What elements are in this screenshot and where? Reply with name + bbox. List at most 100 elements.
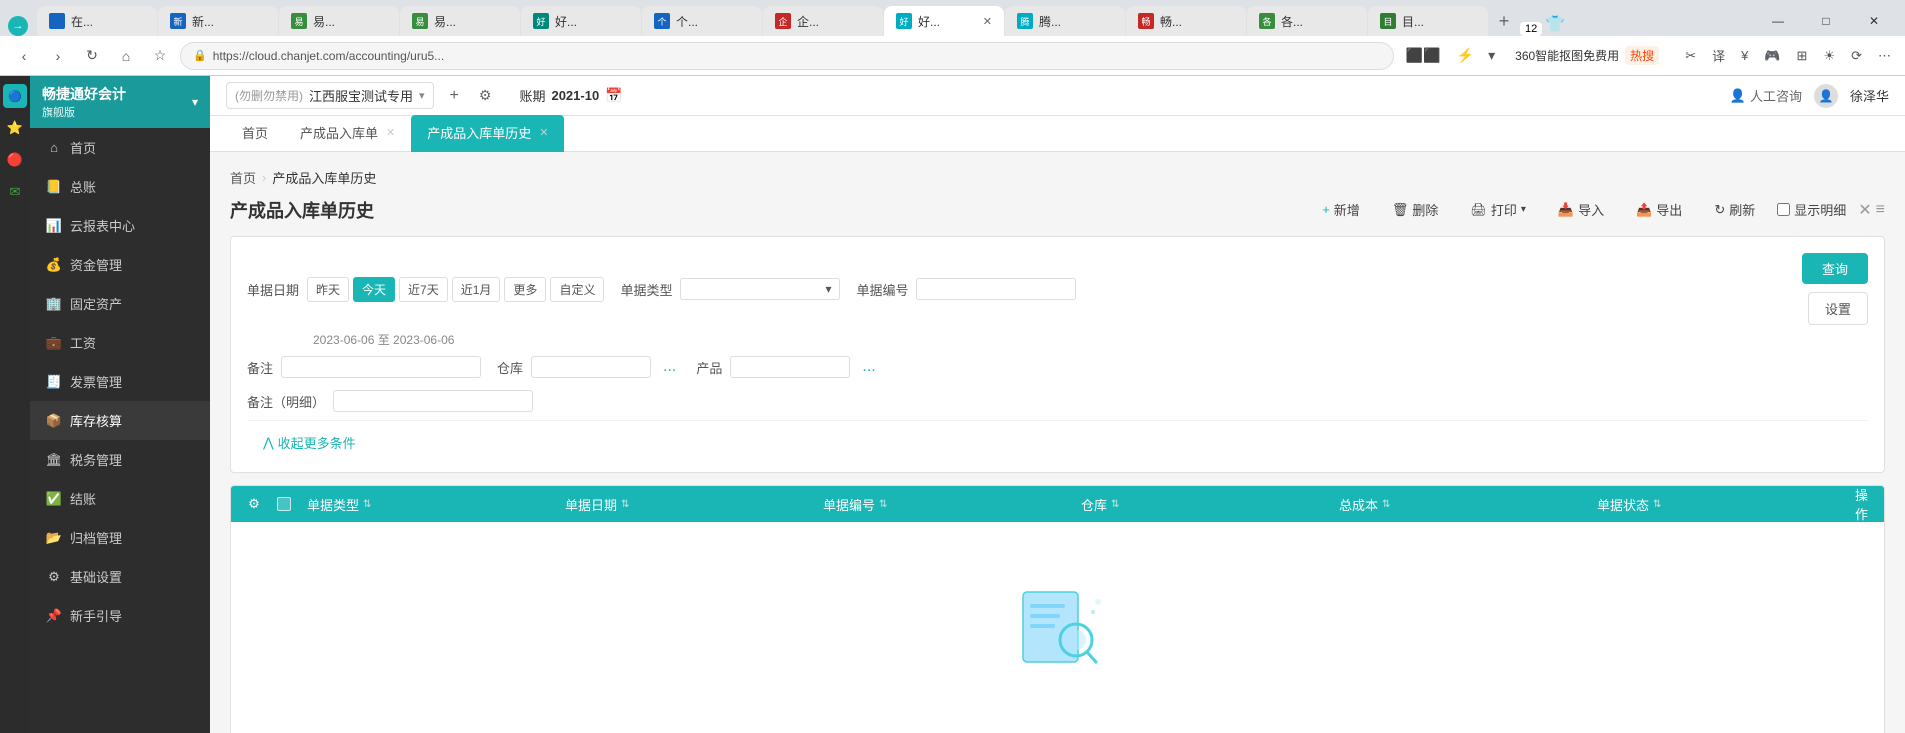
tab-t4[interactable]: 易 易...: [400, 6, 520, 36]
grid-icon[interactable]: ⊞: [1793, 46, 1812, 66]
bookmark-button[interactable]: ☆: [146, 42, 174, 70]
user-service-button[interactable]: 👤 人工咨询: [1730, 86, 1802, 105]
date-today-btn[interactable]: 今天: [353, 277, 395, 302]
tab-t2[interactable]: 新 新...: [158, 6, 278, 36]
sidebar-item-ledger[interactable]: 📒 总账: [30, 167, 210, 206]
th-gear-icon[interactable]: ⚙: [239, 496, 269, 512]
page-tab-home[interactable]: 首页: [226, 115, 284, 152]
voucher-type-select[interactable]: ▾: [680, 278, 840, 300]
sidebar-item-payroll[interactable]: 💼 工资: [30, 323, 210, 362]
date-custom-btn[interactable]: 自定义: [550, 277, 604, 302]
print-button[interactable]: 🖨 打印 ▾: [1460, 195, 1536, 224]
delete-button[interactable]: 🗑 删除: [1382, 195, 1449, 224]
add-company-button[interactable]: +: [446, 87, 463, 105]
date-more-btn[interactable]: 更多: [504, 277, 546, 302]
warehouse-ellipsis[interactable]: ...: [659, 358, 680, 376]
yuan-icon[interactable]: ¥: [1737, 46, 1752, 65]
sidebar-item-base-settings[interactable]: ⚙ 基础设置: [30, 557, 210, 596]
tab-t7[interactable]: 企 企...: [763, 6, 883, 36]
sidebar-item-funds[interactable]: 💰 资金管理: [30, 245, 210, 284]
query-button[interactable]: 查询: [1802, 253, 1868, 284]
sidebar-item-checkout[interactable]: ✅ 结账: [30, 479, 210, 518]
sidebar-item-home[interactable]: ⌂ 首页: [30, 128, 210, 167]
page-tab-voucher-history[interactable]: 产成品入库单历史 ✕: [411, 115, 564, 152]
new-tab-button[interactable]: +: [1489, 6, 1519, 36]
tab-close-t8[interactable]: ✕: [983, 15, 992, 28]
game-icon[interactable]: 🎮: [1760, 46, 1784, 66]
extensions-icon[interactable]: ⬛⬛: [1400, 47, 1447, 64]
product-input[interactable]: [730, 356, 850, 378]
sidebar-item-invoice[interactable]: 🧾 发票管理: [30, 362, 210, 401]
user-avatar[interactable]: 👤: [1814, 84, 1838, 108]
th-checkbox[interactable]: [269, 497, 299, 511]
theme-icon[interactable]: ☀: [1819, 46, 1839, 66]
voucher-no-input[interactable]: [916, 278, 1076, 300]
th-total-cost[interactable]: 总成本 ⇅: [1331, 495, 1589, 514]
th-voucher-no[interactable]: 单据编号 ⇅: [815, 495, 1073, 514]
th-status[interactable]: 单据状态 ⇅: [1589, 495, 1847, 514]
export-button[interactable]: 📤 导出: [1626, 195, 1692, 224]
sidebar-item-inventory[interactable]: 📦 库存核算: [30, 401, 210, 440]
remark-input[interactable]: [281, 356, 481, 378]
refresh-button[interactable]: ↻: [78, 42, 106, 70]
tab-t8[interactable]: 好 好... ✕: [884, 6, 1004, 36]
breadcrumb-home[interactable]: 首页: [230, 168, 256, 187]
sidebar-item-archive[interactable]: 📂 归档管理: [30, 518, 210, 557]
back-button[interactable]: ‹: [10, 42, 38, 70]
icon-sidebar-item-1[interactable]: 🔵: [3, 84, 27, 108]
tab-t5[interactable]: 好 好...: [521, 6, 641, 36]
lightning-icon[interactable]: ⚡: [1453, 47, 1478, 64]
date-yesterday-btn[interactable]: 昨天: [307, 277, 349, 302]
tab-t10[interactable]: 畅 畅...: [1126, 6, 1246, 36]
icon-sidebar-item-3[interactable]: 🔴: [3, 148, 27, 172]
page-tab-voucher-history-close[interactable]: ✕: [539, 126, 548, 139]
close-button[interactable]: ✕: [1851, 6, 1897, 36]
tab-t11[interactable]: 各 各...: [1247, 6, 1367, 36]
tab-t3[interactable]: 易 易...: [279, 6, 399, 36]
translate-icon[interactable]: 译: [1708, 44, 1729, 67]
filter-settings-button[interactable]: 设置: [1808, 292, 1868, 325]
sync-icon[interactable]: ⟳: [1847, 46, 1866, 66]
forward-button[interactable]: ›: [44, 42, 72, 70]
icon-sidebar-item-2[interactable]: ⭐: [3, 116, 27, 140]
minimize-button[interactable]: —: [1755, 6, 1801, 36]
period-calendar-icon[interactable]: 📅: [605, 87, 622, 104]
warehouse-input[interactable]: [531, 356, 651, 378]
panel-close-button[interactable]: ✕: [1858, 200, 1871, 220]
sidebar-item-new-guide[interactable]: 📌 新手引导: [30, 596, 210, 635]
date-last7days-btn[interactable]: 近7天: [399, 277, 448, 302]
sidebar-item-report[interactable]: 📊 云报表中心: [30, 206, 210, 245]
maximize-button[interactable]: □: [1803, 6, 1849, 36]
date-lastmonth-btn[interactable]: 近1月: [452, 277, 501, 302]
dropdown-icon[interactable]: ▾: [1484, 47, 1499, 64]
url-input[interactable]: 🔒 https://cloud.chanjet.com/accounting/u…: [180, 42, 1394, 70]
home-button[interactable]: ⌂: [112, 42, 140, 70]
tab-t1[interactable]: 在...: [37, 6, 157, 36]
import-button[interactable]: 📥 导入: [1548, 195, 1614, 224]
settings-icon[interactable]: ⋯: [1874, 46, 1895, 66]
scissors-icon[interactable]: ✂: [1681, 46, 1700, 66]
icon-sidebar-item-4[interactable]: ✉: [3, 180, 27, 204]
page-tab-voucher-list-close[interactable]: ✕: [386, 126, 395, 139]
sidebar-header[interactable]: 畅捷通好会计 旗舰版 ▾: [30, 76, 210, 128]
tab-t9[interactable]: 腾 腾...: [1005, 6, 1125, 36]
select-all-checkbox[interactable]: [277, 497, 291, 511]
th-voucher-date[interactable]: 单据日期 ⇅: [557, 495, 815, 514]
th-warehouse[interactable]: 仓库 ⇅: [1073, 495, 1331, 514]
tab-t6[interactable]: 个 个...: [642, 6, 762, 36]
collapse-filter-button[interactable]: ⋀ 收起更多条件: [247, 429, 1868, 456]
refresh-button[interactable]: ↻ 刷新: [1704, 195, 1765, 224]
panel-expand-button[interactable]: ≡: [1876, 201, 1885, 219]
settings-gear-button[interactable]: ⚙: [475, 87, 496, 104]
sidebar-item-fixed-assets[interactable]: 🏢 固定资产: [30, 284, 210, 323]
show-cols-checkbox[interactable]: [1777, 203, 1790, 216]
tab-count-badge[interactable]: 12: [1520, 22, 1542, 36]
add-button[interactable]: + 新增: [1312, 195, 1370, 224]
remark-detail-input[interactable]: [333, 390, 533, 412]
sidebar-item-tax[interactable]: 🏛 税务管理: [30, 440, 210, 479]
th-voucher-type[interactable]: 单据类型 ⇅: [299, 495, 557, 514]
page-tab-voucher-list[interactable]: 产成品入库单 ✕: [284, 115, 411, 152]
show-cols-checkbox-label[interactable]: 显示明细: [1777, 200, 1846, 219]
product-ellipsis[interactable]: ...: [858, 358, 879, 376]
tab-t12[interactable]: 目 目...: [1368, 6, 1488, 36]
